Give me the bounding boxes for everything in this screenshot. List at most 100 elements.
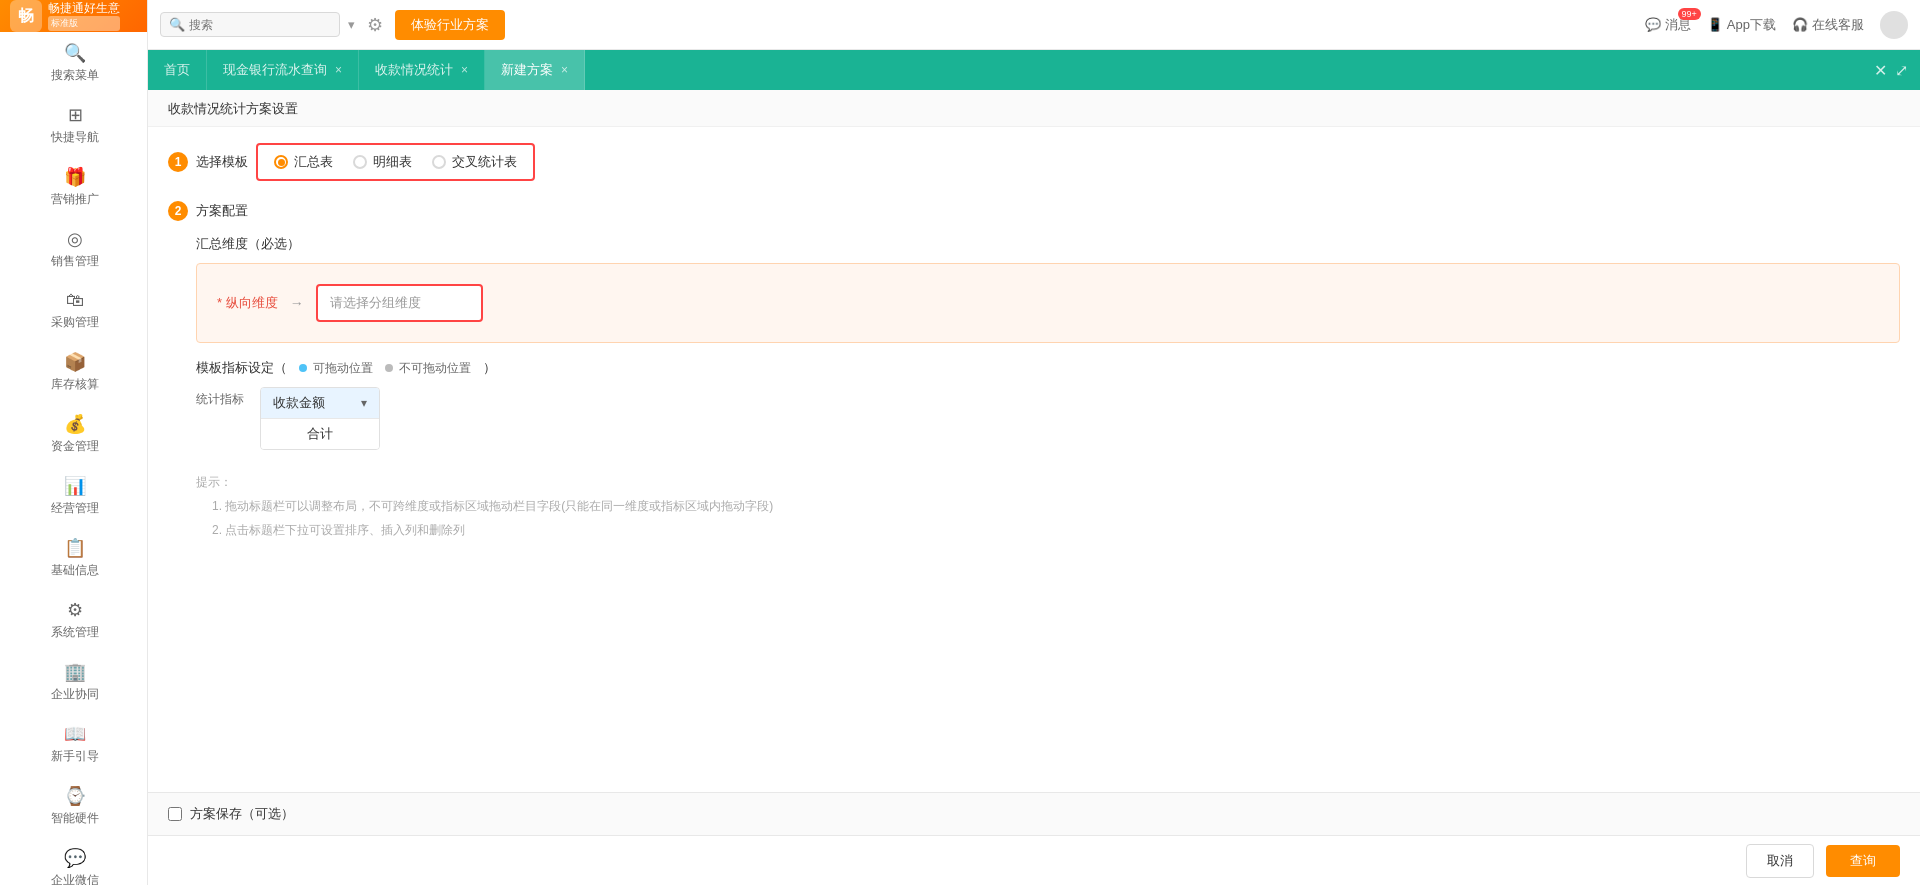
save-checkbox[interactable] [168, 807, 182, 821]
query-button[interactable]: 查询 [1826, 845, 1900, 877]
operation-icon: 📊 [64, 475, 86, 497]
close-window-icon[interactable]: ✕ [1874, 61, 1887, 80]
dropdown-arrow-icon[interactable]: ▾ [348, 17, 355, 32]
inventory-icon: 📦 [64, 351, 86, 373]
tab-new-plan-close[interactable]: × [561, 63, 568, 77]
indicator-settings: 模板指标设定（ 可拖动位置 不可拖动位置 ） [196, 359, 1900, 450]
logo-text: 畅捷通好生意 标准版 [48, 1, 120, 32]
radio-cross-circle [432, 155, 446, 169]
sidebar-item-search[interactable]: 🔍 搜索菜单 [0, 32, 147, 94]
tab-cashflow-close[interactable]: × [335, 63, 342, 77]
cancel-button[interactable]: 取消 [1746, 844, 1814, 878]
save-section: 方案保存（可选） [148, 792, 1920, 835]
download-icon: 📱 [1707, 17, 1723, 32]
page-body: 1 选择模板 汇总表 明细表 [148, 127, 1920, 792]
logo-icon: 畅 [10, 0, 42, 32]
dimension-row-label: * 纵向维度 [217, 294, 278, 312]
radio-detail[interactable]: 明细表 [353, 153, 412, 171]
hardware-icon: ⌚ [64, 785, 86, 807]
sidebar-item-wechat[interactable]: 💬 企业微信 [0, 837, 147, 885]
tips-section: 提示： 1. 拖动标题栏可以调整布局，不可跨维度或指标区域拖动栏目字段(只能在同… [196, 470, 1900, 542]
tab-home[interactable]: 首页 [148, 50, 207, 90]
settings-gear-icon[interactable]: ⚙ [367, 14, 383, 36]
main-area: 🔍 ▾ ⚙ 体验行业方案 💬 消息 99+ 📱 App下载 🎧 在线客服 [148, 0, 1920, 885]
step2-section: 2 方案配置 汇总维度（必选） * 纵向维度 → 请选择分组维度 [168, 201, 1900, 542]
search-icon: 🔍 [64, 42, 86, 64]
notification-icon: 💬 [1645, 17, 1661, 32]
step2-number: 2 [168, 201, 188, 221]
enterprise-icon: 🏢 [64, 661, 86, 683]
step1-title: 选择模板 [196, 153, 248, 171]
sidebar-item-guide[interactable]: 📖 新手引导 [0, 713, 147, 775]
tips-item-1: 1. 拖动标题栏可以调整布局，不可跨维度或指标区域拖动栏目字段(只能在同一维度或… [196, 494, 1900, 518]
radio-cross[interactable]: 交叉统计表 [432, 153, 517, 171]
search-magnifier-icon: 🔍 [169, 17, 185, 32]
navigate-icon: ⊞ [68, 104, 83, 126]
tab-new-plan[interactable]: 新建方案 × [485, 50, 585, 90]
template-options: 汇总表 明细表 交叉统计表 [256, 143, 535, 181]
sidebar-item-system[interactable]: ⚙ 系统管理 [0, 589, 147, 651]
content-area: 收款情况统计方案设置 1 选择模板 汇总表 [148, 90, 1920, 885]
sidebar-item-enterprise[interactable]: 🏢 企业协同 [0, 651, 147, 713]
indicator-section-label: 统计指标 [196, 387, 244, 450]
indicator-row-total: 合计 [261, 418, 379, 449]
tab-cashflow[interactable]: 现金银行流水查询 × [207, 50, 359, 90]
app-download-button[interactable]: 📱 App下载 [1707, 16, 1776, 34]
search-input[interactable] [189, 18, 309, 32]
sidebar-item-purchase[interactable]: 🛍 采购管理 [0, 280, 147, 341]
purchase-icon: 🛍 [66, 290, 84, 311]
step1-number: 1 [168, 152, 188, 172]
industry-plan-button[interactable]: 体验行业方案 [395, 10, 505, 40]
sidebar-item-inventory[interactable]: 📦 库存核算 [0, 341, 147, 403]
tabbar-actions: ✕ ⤢ [1874, 61, 1920, 80]
step2-header: 2 方案配置 [168, 201, 1900, 221]
basic-icon: 📋 [64, 537, 86, 559]
tips-item-2: 2. 点击标题栏下拉可设置排序、插入列和删除列 [196, 518, 1900, 542]
user-avatar[interactable] [1880, 11, 1908, 39]
sidebar-item-finance[interactable]: 💰 资金管理 [0, 403, 147, 465]
dimension-area: * 纵向维度 → 请选择分组维度 [196, 263, 1900, 343]
indicator-title: 模板指标设定（ [196, 359, 287, 377]
save-label[interactable]: 方案保存（可选） [190, 805, 294, 823]
sidebar-item-basic[interactable]: 📋 基础信息 [0, 527, 147, 589]
indicator-column-header[interactable]: 收款金额 ▾ [261, 388, 379, 418]
sidebar-logo: 畅 畅捷通好生意 标准版 [0, 0, 147, 32]
service-icon: 🎧 [1792, 17, 1808, 32]
topbar-right-section: 💬 消息 99+ 📱 App下载 🎧 在线客服 [1645, 11, 1908, 39]
step2-content: 汇总维度（必选） * 纵向维度 → 请选择分组维度 模板指标设定（ [196, 235, 1900, 542]
non-draggable-toggle: 不可拖动位置 [385, 360, 471, 377]
bottom-bar: 取消 查询 [148, 835, 1920, 885]
step1-label: 1 选择模板 汇总表 明细表 [168, 143, 1900, 181]
online-service-button[interactable]: 🎧 在线客服 [1792, 16, 1864, 34]
maximize-icon[interactable]: ⤢ [1895, 61, 1908, 80]
topbar: 🔍 ▾ ⚙ 体验行业方案 💬 消息 99+ 📱 App下载 🎧 在线客服 [148, 0, 1920, 50]
sidebar-item-sales[interactable]: ◎ 销售管理 [0, 218, 147, 280]
notification-button[interactable]: 💬 消息 99+ [1645, 16, 1691, 34]
radio-summary-circle [274, 155, 288, 169]
sidebar-item-navigate[interactable]: ⊞ 快捷导航 [0, 94, 147, 156]
system-icon: ⚙ [67, 599, 83, 621]
tab-receipt[interactable]: 收款情况统计 × [359, 50, 485, 90]
dimension-section-title: 汇总维度（必选） [196, 235, 1900, 253]
guide-icon: 📖 [64, 723, 86, 745]
dimension-row: * 纵向维度 → 请选择分组维度 [217, 284, 1879, 322]
page-header: 收款情况统计方案设置 [148, 90, 1920, 127]
chevron-down-icon[interactable]: ▾ [361, 396, 367, 410]
radio-summary[interactable]: 汇总表 [274, 153, 333, 171]
sidebar: 畅 畅捷通好生意 标准版 🔍 搜索菜单 ⊞ 快捷导航 🎁 营销推广 ◎ 销售管理… [0, 0, 148, 885]
tab-receipt-close[interactable]: × [461, 63, 468, 77]
sidebar-item-marketing[interactable]: 🎁 营销推广 [0, 156, 147, 218]
indicator-table-wrap: 统计指标 收款金额 ▾ 合计 [196, 387, 1900, 450]
dimension-arrow-icon: → [290, 295, 304, 311]
sidebar-item-hardware[interactable]: ⌚ 智能硬件 [0, 775, 147, 837]
breadcrumb: 收款情况统计方案设置 [168, 101, 298, 116]
dimension-selector[interactable]: 请选择分组维度 [316, 284, 483, 322]
draggable-toggle: 可拖动位置 [299, 360, 373, 377]
sales-icon: ◎ [67, 228, 83, 250]
wechat-icon: 💬 [64, 847, 86, 869]
indicator-table: 收款金额 ▾ 合计 [260, 387, 380, 450]
topbar-search-box[interactable]: 🔍 [160, 12, 340, 37]
radio-detail-circle [353, 155, 367, 169]
sidebar-item-operation[interactable]: 📊 经营管理 [0, 465, 147, 527]
non-draggable-dot [385, 364, 393, 372]
